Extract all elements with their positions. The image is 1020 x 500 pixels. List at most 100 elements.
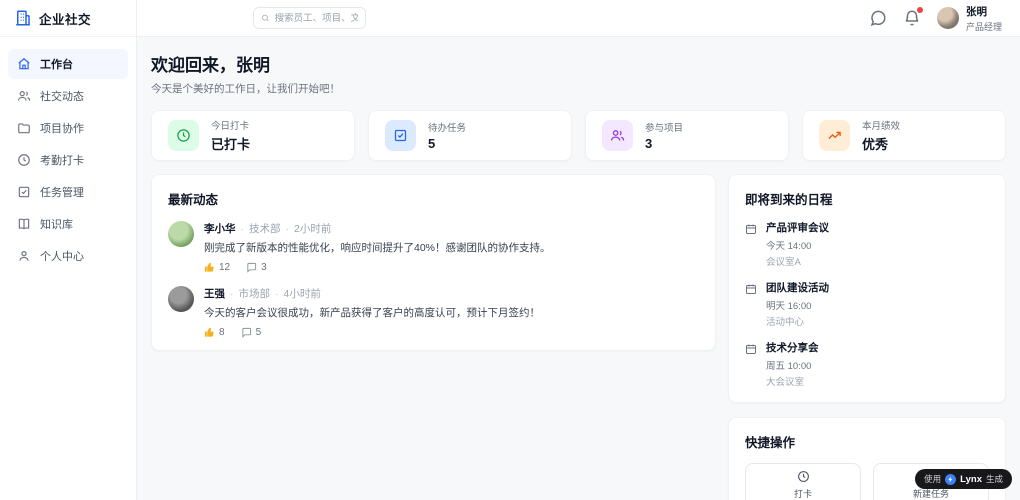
stat-label: 本月绩效: [862, 121, 901, 132]
app-logo[interactable]: 企业社交: [0, 0, 136, 37]
comment-count: 5: [255, 327, 262, 339]
badge-prefix: 使用: [924, 474, 942, 484]
book-icon: [17, 217, 31, 231]
schedule-event[interactable]: 技术分享会 周五 10:00 大会议室: [745, 340, 989, 388]
clock-icon: [17, 153, 31, 167]
stat-card-performance[interactable]: 本月绩效 优秀: [802, 110, 1006, 161]
sidebar-item-tasks[interactable]: 任务管理: [8, 177, 128, 207]
app-title: 企业社交: [39, 12, 92, 27]
avatar: [168, 221, 194, 247]
feed-post: 李小华 技术部 2小时前 刚完成了新版本的性能优化，响应时间提升了40%！感谢团…: [168, 221, 699, 273]
calendar-icon: [745, 222, 757, 234]
like-count: 8: [219, 327, 225, 339]
thumbs-up-icon: [204, 328, 214, 338]
calendar-icon: [745, 342, 757, 354]
comment-count: 3: [261, 262, 267, 274]
action-label: 打卡: [793, 489, 812, 499]
separator: [241, 223, 245, 235]
side-column: 即将到来的日程 产品评审会议 今天 14:00 会议室A 团队建设活动 明天 1…: [728, 174, 1006, 500]
sidebar: 企业社交 工作台 社交动态 项目协作 考勤打卡 任务管理 知识库 个人中心: [0, 0, 137, 500]
event-time: 明天 16:00: [766, 301, 812, 312]
notifications-button[interactable]: [903, 7, 923, 27]
schedule-title: 即将到来的日程: [745, 193, 833, 207]
people-icon: [602, 120, 633, 151]
post-time: 4小时前: [283, 288, 321, 301]
messages-button[interactable]: [869, 9, 887, 27]
like-count: 12: [219, 262, 231, 274]
event-name: 团队建设活动: [766, 282, 829, 294]
sidebar-item-label: 工作台: [40, 59, 73, 71]
sidebar-item-label: 社交动态: [40, 91, 84, 103]
sidebar-item-label: 知识库: [40, 219, 73, 231]
clock-icon: [168, 120, 199, 151]
event-name: 技术分享会: [766, 342, 819, 354]
avatar: [168, 286, 194, 313]
app-root: 企业社交 工作台 社交动态 项目协作 考勤打卡 任务管理 知识库 个人中心 搜索…: [0, 0, 1020, 500]
lynx-badge[interactable]: 使用 Lynx 生成: [915, 469, 1012, 489]
task-icon: [17, 185, 31, 199]
like-button[interactable]: 12: [204, 262, 230, 273]
chat-bubble-icon: [870, 10, 886, 26]
post-author[interactable]: 李小华: [204, 221, 236, 236]
post-time: 2小时前: [294, 223, 332, 235]
sidebar-item-workbench[interactable]: 工作台: [8, 49, 128, 79]
comment-button[interactable]: 5: [241, 327, 262, 339]
post-content: 刚完成了新版本的性能优化，响应时间提升了40%！感谢团队的协作支持。: [204, 242, 551, 254]
stat-value: 优秀: [862, 137, 889, 152]
separator: [230, 288, 234, 300]
topbar-actions: 张明 产品经理: [869, 4, 1020, 33]
event-location: 大会议室: [766, 377, 805, 388]
sidebar-item-projects[interactable]: 项目协作: [8, 113, 128, 143]
building-icon: [14, 9, 32, 27]
stat-card-projects[interactable]: 参与项目 3: [585, 110, 789, 161]
sidebar-item-knowledge[interactable]: 知识库: [8, 209, 128, 239]
feed-card: 最新动态 李小华 技术部 2小时前 刚完成了新版本的性能优化，响应时间提: [151, 174, 716, 352]
stat-value: 已打卡: [211, 137, 251, 152]
topbar: 张明 产品经理: [137, 0, 1020, 37]
search-input[interactable]: [274, 12, 358, 24]
schedule-card: 即将到来的日程 产品评审会议 今天 14:00 会议室A 团队建设活动 明天 1…: [728, 174, 1006, 403]
stat-card-checkin[interactable]: 今日打卡 已打卡: [151, 110, 355, 161]
post-department: 技术部: [249, 223, 281, 235]
trending-up-icon: [819, 120, 850, 151]
separator: [275, 288, 279, 300]
like-button[interactable]: 8: [204, 327, 225, 338]
user-menu[interactable]: 张明 产品经理: [936, 4, 1002, 33]
schedule-event[interactable]: 团队建设活动 明天 16:00 活动中心: [745, 280, 989, 328]
stat-label: 今日打卡: [211, 121, 250, 132]
user-name: 张明: [965, 5, 987, 18]
sidebar-item-profile[interactable]: 个人中心: [8, 241, 128, 271]
avatar: [936, 7, 959, 29]
badge-brand: Lynx: [960, 473, 982, 485]
stats-row: 今日打卡 已打卡 待办任务 5 参与项目 3 本月绩效 优秀: [151, 110, 1006, 161]
search-icon: [262, 14, 269, 22]
stat-label: 待办任务: [428, 123, 467, 134]
post-department: 市场部: [238, 288, 271, 301]
lynx-logo-icon: [945, 473, 957, 485]
checkin-button[interactable]: 打卡: [745, 463, 861, 500]
stat-card-todo[interactable]: 待办任务 5: [368, 110, 572, 161]
sidebar-item-label: 个人中心: [40, 251, 84, 263]
sidebar-item-social[interactable]: 社交动态: [8, 81, 128, 111]
home-icon: [17, 57, 31, 71]
feed-post: 王强 市场部 4小时前 今天的客户会议很成功，新产品获得了客户的高度认可，预计下…: [168, 286, 699, 338]
thumbs-up-icon: [204, 263, 214, 272]
comment-icon: [247, 263, 257, 273]
post-content: 今天的客户会议很成功，新产品获得了客户的高度认可，预计下月签约！: [204, 307, 540, 320]
stat-value: 5: [428, 136, 436, 151]
search-box: [253, 7, 366, 29]
schedule-event[interactable]: 产品评审会议 今天 14:00 会议室A: [745, 220, 989, 268]
check-square-icon: [385, 120, 416, 151]
page-subtitle: 今天是个美好的工作日，让我们开始吧！: [151, 83, 340, 95]
event-time: 今天 14:00: [766, 241, 812, 252]
badge-suffix: 生成: [985, 474, 1003, 484]
comment-button[interactable]: 3: [246, 262, 267, 273]
separator: [286, 223, 290, 235]
post-author[interactable]: 王强: [204, 286, 225, 301]
sidebar-item-label: 任务管理: [40, 187, 84, 199]
event-time: 周五 10:00: [766, 361, 812, 372]
page-title: 欢迎回来，张明: [151, 56, 270, 75]
sidebar-item-label: 项目协作: [40, 123, 84, 135]
sidebar-item-attendance[interactable]: 考勤打卡: [8, 145, 128, 175]
quick-actions-title: 快捷操作: [745, 436, 796, 450]
